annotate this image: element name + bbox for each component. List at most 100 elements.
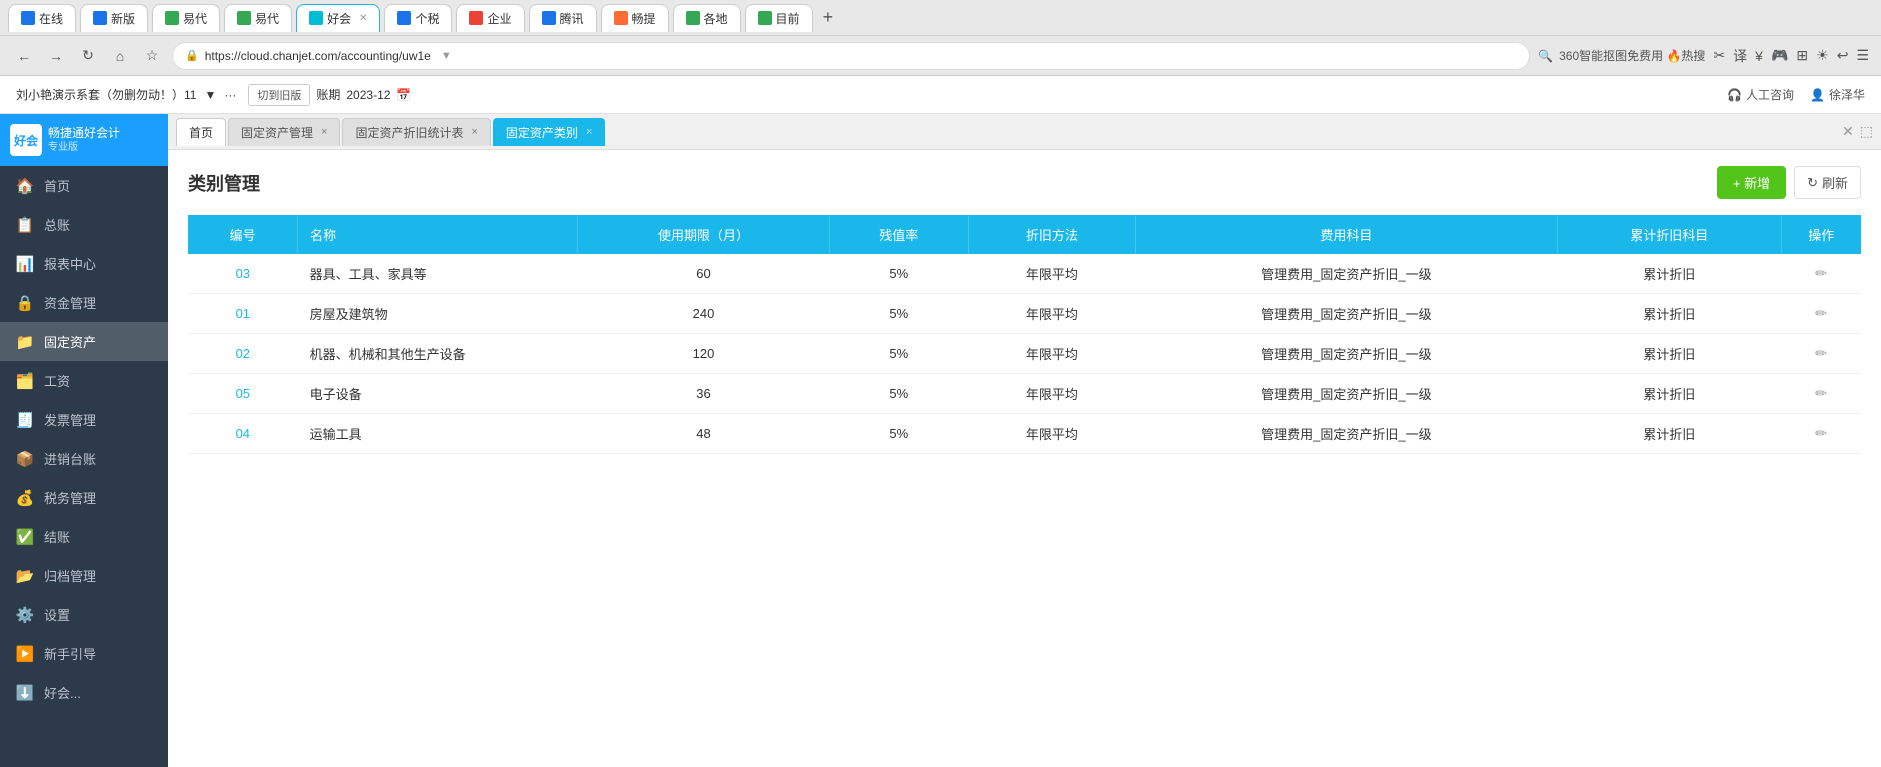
sidebar-item-archive[interactable]: 📂 归档管理 [0,556,168,595]
back-button[interactable]: ← [12,44,36,68]
calendar-icon[interactable]: 📅 [396,88,411,102]
sidebar-item-tax[interactable]: 💰 税务管理 [0,478,168,517]
col-expense: 费用科目 [1135,215,1557,254]
tab-label: 畅提 [632,10,656,27]
browser-tab-yidai1[interactable]: 易代 [152,4,220,32]
browser-tab-tax[interactable]: 个税 [384,4,452,32]
page-tab-fixed-assets-mgmt[interactable]: 固定资产管理 × [228,118,340,146]
cell-months-1: 240 [578,294,830,334]
add-button[interactable]: + 新增 [1717,166,1786,199]
close-all-tabs-icon[interactable]: ✕ [1842,123,1854,140]
tab-close-icon[interactable]: ✕ [359,13,367,24]
tab-label: 易代 [255,10,279,27]
checkout-icon: ✅ [16,528,34,546]
edit-icon-1[interactable]: ✏ [1815,305,1827,321]
sidebar-label-more: 好会... [44,683,81,702]
sidebar-item-home[interactable]: 🏠 首页 [0,166,168,205]
cell-code-2[interactable]: 02 [188,334,298,374]
sidebar-item-checkout[interactable]: ✅ 结账 [0,517,168,556]
sidebar-item-reports[interactable]: 📊 报表中心 [0,244,168,283]
game-icon[interactable]: 🎮 [1771,47,1788,64]
url-dropdown-icon[interactable]: ▼ [441,50,452,62]
table-row: 04 运输工具 48 5% 年限平均 管理费用_固定资产折旧_一级 累计折旧 ✏ [188,414,1861,454]
sun-icon[interactable]: ☀ [1816,47,1829,64]
tab-close-depreciation[interactable]: × [471,126,477,138]
cell-months-4: 48 [578,414,830,454]
home-icon: 🏠 [16,177,34,195]
browser-tab-changte[interactable]: 畅提 [601,4,669,32]
help-link[interactable]: 🎧 人工咨询 [1727,86,1794,103]
sidebar-item-fixed-assets[interactable]: 📁 固定资产 [0,322,168,361]
cell-code-4[interactable]: 04 [188,414,298,454]
refresh-label: 刷新 [1822,173,1848,192]
page-tab-depreciation[interactable]: 固定资产折旧统计表 × [342,118,490,146]
period-info: 切到旧版 账期 2023-12 📅 [248,84,411,106]
user-name-label: 刘小艳演示系套（勿删勿动！）11 [16,86,196,103]
fund-icon: 🔒 [16,294,34,312]
browser-tab-online[interactable]: 在线 [8,4,76,32]
tab-close-mgmt[interactable]: × [321,126,327,138]
forward-button[interactable]: → [44,44,68,68]
browser-tab-enterprise[interactable]: 企业 [456,4,524,32]
menu-icon[interactable]: ☰ [1856,47,1869,64]
edit-icon-2[interactable]: ✏ [1815,345,1827,361]
sidebar-item-fund[interactable]: 🔒 资金管理 [0,283,168,322]
scissors-icon[interactable]: ✂ [1713,47,1725,64]
tax-icon: 💰 [16,489,34,507]
tab-label-depreciation: 固定资产折旧统计表 [355,124,463,141]
browser-tab-bar: 在线 新版 易代 易代 好会 ✕ 个税 企业 腾讯 畅提 各地 目前 + [0,0,1881,36]
cell-code-1[interactable]: 01 [188,294,298,334]
more-icon[interactable]: ··· [224,88,236,102]
url-input[interactable]: 🔒 https://cloud.chanjet.com/accounting/u… [172,42,1530,70]
logo-text: 畅捷通好会计 专业版 [48,126,120,155]
sidebar-item-settings[interactable]: ⚙️ 设置 [0,595,168,634]
sidebar: 好会 畅捷通好会计 专业版 🏠 首页 📋 总账 📊 报表中心 🔒 资金管理 📁 … [0,114,168,767]
col-accum: 累计折旧科目 [1557,215,1781,254]
switch-version-button[interactable]: 切到旧版 [248,84,310,106]
translate-icon[interactable]: 译 [1733,46,1747,66]
browser-tab-haohui[interactable]: 好会 ✕ [296,4,380,32]
undo-icon[interactable]: ↩ [1837,47,1849,64]
user-avatar[interactable]: 👤 徐泽华 [1810,86,1865,103]
star-button[interactable]: ☆ [140,44,164,68]
new-tab-button[interactable]: + [817,7,840,28]
browser-tab-gedi[interactable]: 各地 [673,4,741,32]
home-button[interactable]: ⌂ [108,44,132,68]
sidebar-label-invoice: 发票管理 [44,410,96,429]
page-tab-home[interactable]: 首页 [176,118,226,146]
tab-favicon [397,11,411,25]
edit-icon-0[interactable]: ✏ [1815,265,1827,281]
cell-code-0[interactable]: 03 [188,254,298,294]
cell-code-3[interactable]: 05 [188,374,298,414]
edit-icon-3[interactable]: ✏ [1815,385,1827,401]
refresh-button[interactable]: ↻ 刷新 [1794,166,1861,199]
sidebar-item-more[interactable]: ⬇️ 好会... [0,673,168,712]
sidebar-item-guide[interactable]: ▶️ 新手引导 [0,634,168,673]
reload-button[interactable]: ↻ [76,44,100,68]
tab-close-category[interactable]: × [586,126,592,138]
expand-tabs-icon[interactable]: ⬚ [1860,123,1873,140]
sidebar-item-salary[interactable]: 🗂️ 工资 [0,361,168,400]
sidebar-item-ledger[interactable]: 📋 总账 [0,205,168,244]
user-info: 刘小艳演示系套（勿删勿动！）11 ▼ ··· [16,86,236,103]
sidebar-label-salary: 工资 [44,371,70,390]
browser-tab-tencent[interactable]: 腾讯 [529,4,597,32]
edit-icon-4[interactable]: ✏ [1815,425,1827,441]
tab-label-home: 首页 [189,124,213,141]
cell-residual-2: 5% [829,334,968,374]
page-tabs-bar: 首页 固定资产管理 × 固定资产折旧统计表 × 固定资产类别 × ✕ ⬚ [168,114,1881,150]
data-table: 编号 名称 使用期限（月） 残值率 折旧方法 费用科目 累计折旧科目 操作 03 [188,215,1861,454]
browser-tab-new[interactable]: 新版 [80,4,148,32]
grid-icon[interactable]: ⊞ [1796,47,1808,64]
dropdown-icon[interactable]: ▼ [204,88,216,102]
col-code: 编号 [188,215,298,254]
browser-tab-muqian[interactable]: 目前 [745,4,813,32]
tab-favicon [758,11,772,25]
sidebar-item-invoice[interactable]: 🧾 发票管理 [0,400,168,439]
cell-residual-0: 5% [829,254,968,294]
table-header: 编号 名称 使用期限（月） 残值率 折旧方法 费用科目 累计折旧科目 操作 [188,215,1861,254]
wallet-icon[interactable]: ¥ [1755,48,1763,64]
browser-tab-yidai2[interactable]: 易代 [224,4,292,32]
page-tab-category[interactable]: 固定资产类别 × [493,118,605,146]
sidebar-item-purchase[interactable]: 📦 进销台账 [0,439,168,478]
